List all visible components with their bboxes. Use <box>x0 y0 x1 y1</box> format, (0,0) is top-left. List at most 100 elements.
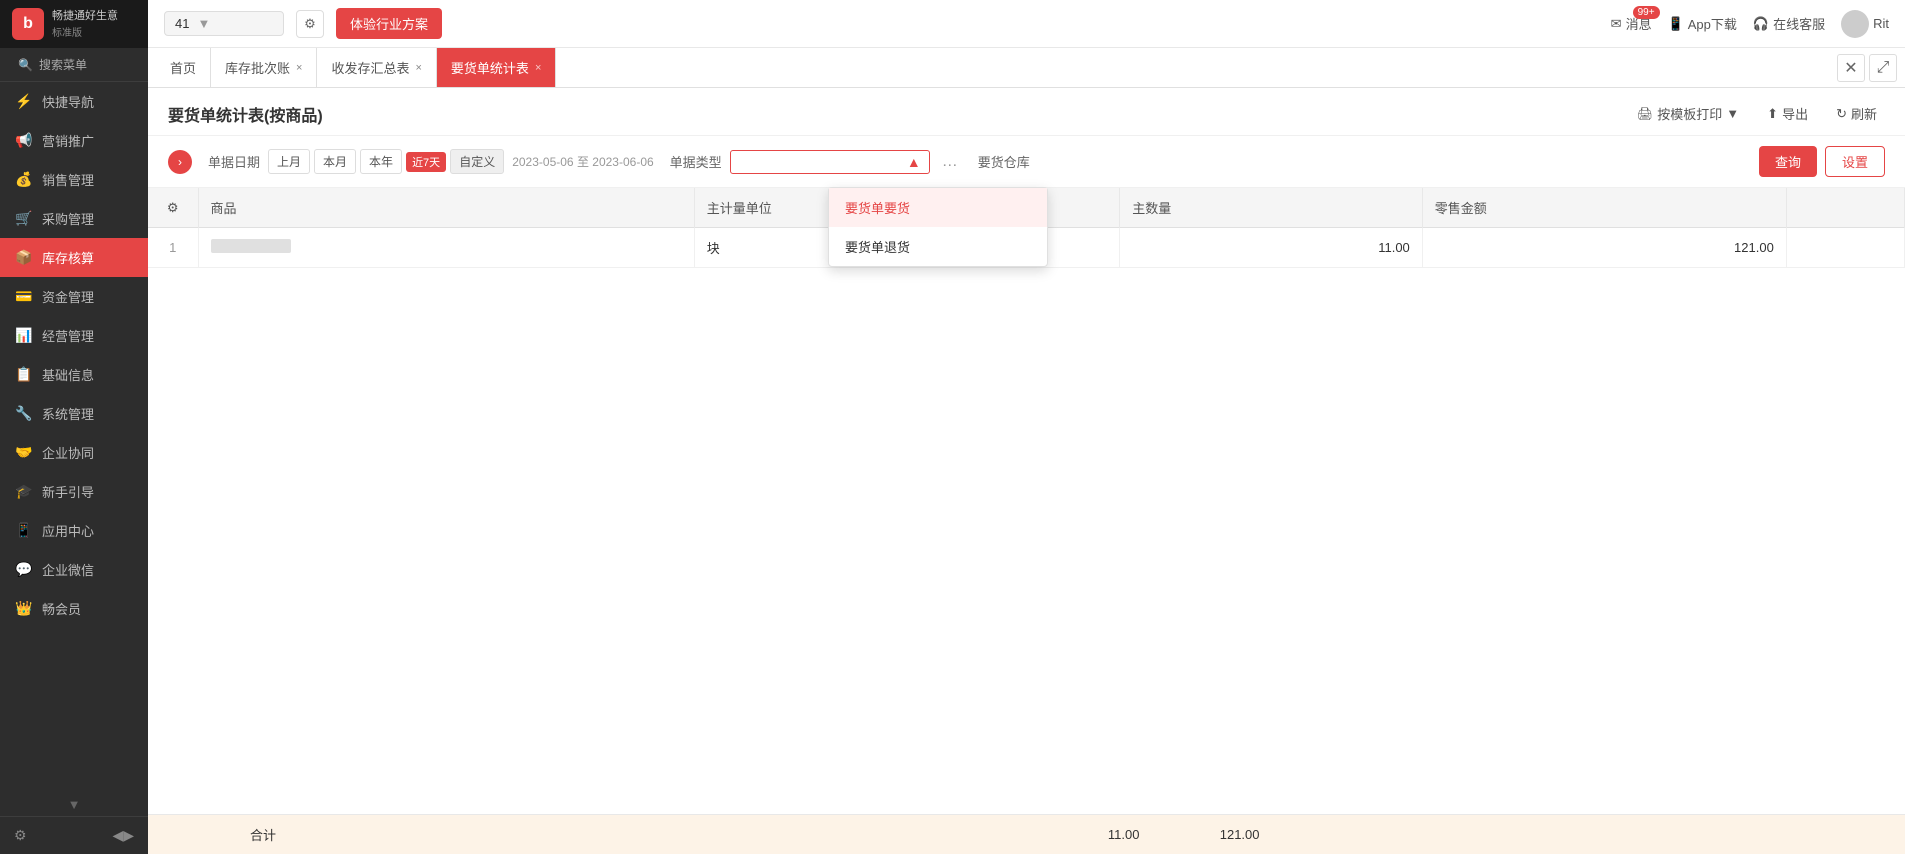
sidebar: b 畅捷通好生意 标准版 🔍 搜索菜单 ⚡ 快捷导航 📢 营销推广 💰 销售管理… <box>0 0 148 854</box>
sidebar-search[interactable]: 🔍 搜索菜单 <box>0 48 148 82</box>
gear-icon: ⚙ <box>304 16 316 32</box>
store-selector[interactable]: 41 ▼ <box>164 11 284 36</box>
page-content: 要货单统计表(按商品) 🖨 按模板打印 ▼ ⬆ 导出 ↻ 刷新 <box>148 88 1905 854</box>
member-label: 畅会员 <box>42 599 81 618</box>
sidebar-item-business[interactable]: 📊 经营管理 <box>0 316 148 355</box>
refresh-button[interactable]: ↻ 刷新 <box>1828 100 1885 127</box>
date-last-month-btn[interactable]: 上月 <box>268 149 310 174</box>
sidebar-scroll-down[interactable]: ▼ <box>0 793 148 816</box>
col-settings[interactable]: ⚙ <box>148 188 198 228</box>
filter-actions: 查询 设置 <box>1759 146 1885 177</box>
row-product <box>198 228 694 268</box>
wechat-label: 企业微信 <box>42 560 94 579</box>
messages-badge: 99+ <box>1633 6 1660 19</box>
tab-home[interactable]: 首页 <box>156 48 211 87</box>
dropdown-item-requisition-goods[interactable]: 要货单要货 <box>829 188 1047 227</box>
messages-action[interactable]: ✉ 消息 99+ <box>1611 14 1652 33</box>
type-select-up-arrow[interactable]: ▲ <box>907 154 921 170</box>
guide-label: 新手引导 <box>42 482 94 501</box>
collapse-icon[interactable]: ◀▶ <box>112 827 134 844</box>
cooperation-label: 企业协同 <box>42 443 94 462</box>
user-avatar <box>1841 10 1869 38</box>
phone-icon: 📱 <box>1668 16 1684 32</box>
query-button[interactable]: 查询 <box>1759 146 1817 177</box>
type-filter-select[interactable]: ▲ <box>730 150 930 174</box>
product-name-placeholder <box>211 239 291 253</box>
row-num: 1 <box>148 228 198 268</box>
row-amount: 121.00 <box>1422 228 1786 268</box>
print-button[interactable]: 🖨 按模板打印 ▼ <box>1629 100 1747 127</box>
cooperation-icon: 🤝 <box>14 444 34 461</box>
sidebar-item-inventory[interactable]: 📦 库存核算 <box>0 238 148 277</box>
online-service-action[interactable]: 🎧 在线客服 <box>1753 14 1825 33</box>
dropdown-item-requisition-return[interactable]: 要货单退货 <box>829 227 1047 266</box>
type-filter-more[interactable]: … <box>938 153 962 171</box>
refresh-label: 刷新 <box>1851 104 1877 123</box>
footer-qty: 11.00 <box>1032 827 1152 842</box>
sidebar-item-finance[interactable]: 💳 资金管理 <box>0 277 148 316</box>
user-name: Rit <box>1873 16 1889 31</box>
date-this-month-btn[interactable]: 本月 <box>314 149 356 174</box>
sidebar-item-system[interactable]: 🔧 系统管理 <box>0 394 148 433</box>
trial-button[interactable]: 体验行业方案 <box>336 8 442 39</box>
sidebar-item-cooperation[interactable]: 🤝 企业协同 <box>0 433 148 472</box>
print-icon: 🖨 <box>1637 106 1654 122</box>
header-gear-button[interactable]: ⚙ <box>296 10 324 38</box>
date-this-year-btn[interactable]: 本年 <box>360 149 402 174</box>
store-dropdown-arrow: ▼ <box>197 16 210 31</box>
app-download-action[interactable]: 📱 App下载 <box>1668 14 1737 33</box>
message-icon: ✉ <box>1611 16 1622 32</box>
sidebar-item-base-info[interactable]: 📋 基础信息 <box>0 355 148 394</box>
inner-page: 要货单统计表(按商品) 🖨 按模板打印 ▼ ⬆ 导出 ↻ 刷新 <box>148 88 1905 854</box>
system-label: 系统管理 <box>42 404 94 423</box>
sales-label: 销售管理 <box>42 170 94 189</box>
tab-inventory-batch-label: 库存批次账 <box>225 58 290 77</box>
col-qty: 主数量 <box>1120 188 1423 228</box>
sidebar-item-purchase[interactable]: 🛒 采购管理 <box>0 199 148 238</box>
tab-expand-button[interactable]: ⤢ <box>1869 54 1897 82</box>
tab-requisition-stats-close[interactable]: × <box>535 62 541 74</box>
tab-receivable-summary-close[interactable]: × <box>415 62 421 74</box>
brand-name: 畅捷通好生意 <box>52 9 118 23</box>
sidebar-item-sales[interactable]: 💰 销售管理 <box>0 160 148 199</box>
sidebar-item-member[interactable]: 👑 畅会员 <box>0 589 148 628</box>
date-custom-btn[interactable]: 自定义 <box>450 149 504 174</box>
settings-icon[interactable]: ⚙ <box>14 827 27 844</box>
refresh-icon: ↻ <box>1836 106 1847 122</box>
export-icon: ⬆ <box>1767 106 1778 122</box>
sidebar-item-guide[interactable]: 🎓 新手引导 <box>0 472 148 511</box>
sidebar-item-wechat[interactable]: 💬 企业微信 <box>0 550 148 589</box>
type-filter-label: 单据类型 <box>670 152 722 171</box>
tab-requisition-stats[interactable]: 要货单统计表 × <box>437 48 556 87</box>
tab-bar-right: ✕ ⤢ <box>1837 54 1897 82</box>
export-button[interactable]: ⬆ 导出 <box>1759 100 1816 127</box>
header-left: 41 ▼ ⚙ 体验行业方案 <box>164 8 442 39</box>
tab-receivable-summary[interactable]: 收发存汇总表 × <box>317 48 436 87</box>
finance-icon: 💳 <box>14 288 34 305</box>
sidebar-item-quick-nav[interactable]: ⚡ 快捷导航 <box>0 82 148 121</box>
purchase-icon: 🛒 <box>14 210 34 227</box>
base-info-label: 基础信息 <box>42 365 94 384</box>
date-range-badge[interactable]: 近7天 <box>406 152 446 172</box>
version-label: 标准版 <box>52 24 118 39</box>
sidebar-item-marketing[interactable]: 📢 营销推广 <box>0 121 148 160</box>
top-header: 41 ▼ ⚙ 体验行业方案 ✉ 消息 99+ 📱 App下载 🎧 在线客服 <box>148 0 1905 48</box>
app-center-icon: 📱 <box>14 522 34 539</box>
tab-inventory-batch[interactable]: 库存批次账 × <box>211 48 317 87</box>
tab-close-all-button[interactable]: ✕ <box>1837 54 1865 82</box>
marketing-label: 营销推广 <box>42 131 94 150</box>
user-profile[interactable]: Rit <box>1841 10 1889 38</box>
search-label: 搜索菜单 <box>39 56 87 73</box>
tab-inventory-batch-close[interactable]: × <box>296 62 302 74</box>
tab-bar: 首页 库存批次账 × 收发存汇总表 × 要货单统计表 × ✕ ⤢ <box>148 48 1905 88</box>
settings-button[interactable]: 设置 <box>1825 146 1885 177</box>
app-download-label: App下载 <box>1688 14 1737 33</box>
member-icon: 👑 <box>14 600 34 617</box>
inventory-label: 库存核算 <box>42 248 94 267</box>
sidebar-item-app-center[interactable]: 📱 应用中心 <box>0 511 148 550</box>
table-container: ⚙ 商品 主计量单位 主数量 零售金额 1 <box>148 188 1905 814</box>
footer-amount: 121.00 <box>1152 827 1272 842</box>
page-header: 要货单统计表(按商品) 🖨 按模板打印 ▼ ⬆ 导出 ↻ 刷新 <box>148 88 1905 136</box>
filter-toggle[interactable]: › <box>168 150 192 174</box>
marketing-icon: 📢 <box>14 132 34 149</box>
